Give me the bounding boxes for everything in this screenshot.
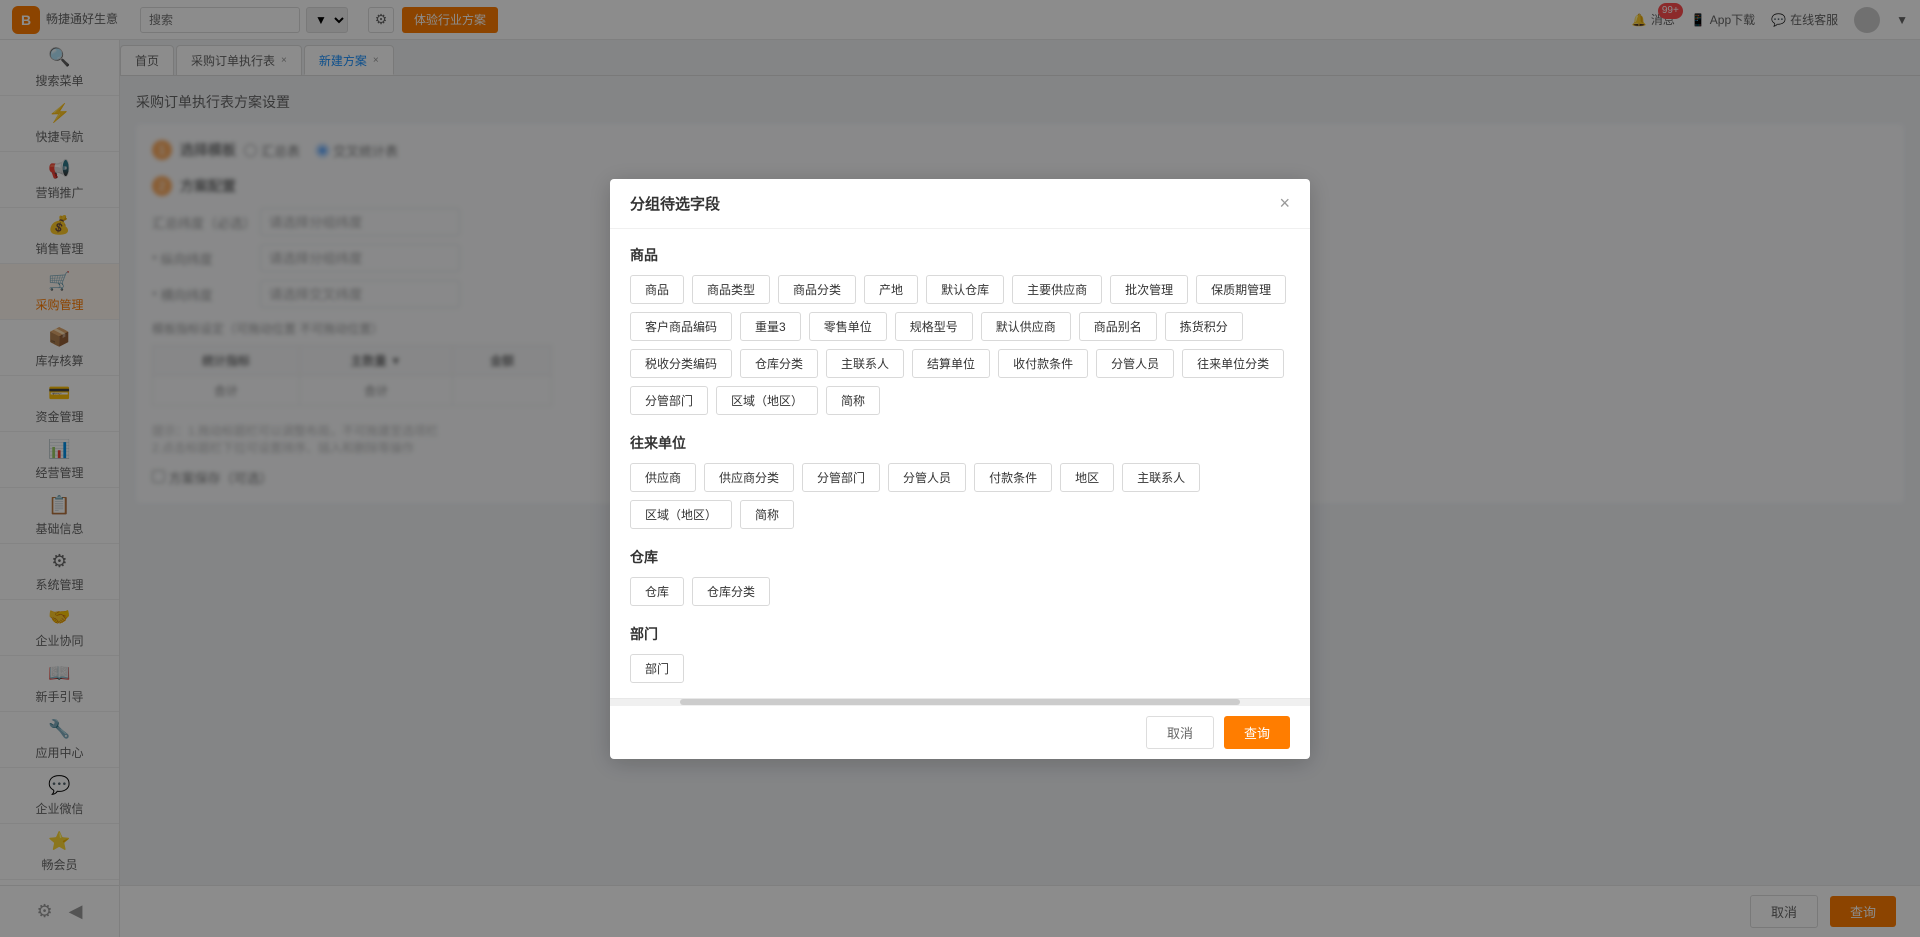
tag-region-goods[interactable]: 区域（地区） <box>716 386 818 415</box>
field-group-goods: 商品 商品 商品类型 商品分类 产地 默认仓库 主要供应商 批次管理 保质期管理… <box>630 245 1290 415</box>
tag-region-partner2[interactable]: 区域（地区） <box>630 500 732 529</box>
tag-goods-category[interactable]: 商品分类 <box>778 275 856 304</box>
tag-expiry-mgmt[interactable]: 保质期管理 <box>1196 275 1286 304</box>
modal-overlay: 分组待选字段 × 商品 商品 商品类型 商品分类 产地 默认仓库 主要供应商 批… <box>0 0 1920 937</box>
field-group-warehouse: 仓库 仓库 仓库分类 <box>630 547 1290 606</box>
tag-weight3[interactable]: 重量3 <box>740 312 801 341</box>
goods-tags: 商品 商品类型 商品分类 产地 默认仓库 主要供应商 批次管理 保质期管理 客户… <box>630 275 1290 415</box>
tag-partner-person[interactable]: 分管人员 <box>888 463 966 492</box>
tag-dept-manager[interactable]: 分管人员 <box>1096 349 1174 378</box>
partner-tags: 供应商 供应商分类 分管部门 分管人员 付款条件 地区 主联系人 区域（地区） … <box>630 463 1290 529</box>
modal-horizontal-scrollbar[interactable] <box>610 698 1310 704</box>
modal-dialog: 分组待选字段 × 商品 商品 商品类型 商品分类 产地 默认仓库 主要供应商 批… <box>610 179 1310 759</box>
tag-supplier[interactable]: 供应商 <box>630 463 696 492</box>
modal-close-button[interactable]: × <box>1279 194 1290 212</box>
tag-warehouse-cat[interactable]: 仓库分类 <box>692 577 770 606</box>
tag-goods-alias[interactable]: 商品别名 <box>1079 312 1157 341</box>
modal-header: 分组待选字段 × <box>610 179 1310 229</box>
modal-footer: 取消 查询 <box>610 705 1310 759</box>
field-group-goods-title: 商品 <box>630 245 1290 265</box>
field-group-partner-title: 往来单位 <box>630 433 1290 453</box>
tag-pick-points[interactable]: 拣货积分 <box>1165 312 1243 341</box>
tag-abbr-goods[interactable]: 简称 <box>826 386 880 415</box>
tag-goods-type[interactable]: 商品类型 <box>692 275 770 304</box>
field-group-partner: 往来单位 供应商 供应商分类 分管部门 分管人员 付款条件 地区 主联系人 区域… <box>630 433 1290 529</box>
tag-payment-condition[interactable]: 付款条件 <box>974 463 1052 492</box>
modal-confirm-button[interactable]: 查询 <box>1224 716 1290 749</box>
modal-body: 商品 商品 商品类型 商品分类 产地 默认仓库 主要供应商 批次管理 保质期管理… <box>610 229 1310 699</box>
tag-partner-category[interactable]: 往来单位分类 <box>1182 349 1284 378</box>
tag-dept-manage[interactable]: 分管部门 <box>630 386 708 415</box>
dept-tags: 部门 <box>630 654 1290 683</box>
tag-default-supplier[interactable]: 默认供应商 <box>981 312 1071 341</box>
tag-main-contact-partner[interactable]: 主联系人 <box>1122 463 1200 492</box>
modal-title: 分组待选字段 <box>630 193 720 214</box>
field-group-dept: 部门 部门 <box>630 624 1290 683</box>
tag-batch-mgmt[interactable]: 批次管理 <box>1110 275 1188 304</box>
tag-spec-model[interactable]: 规格型号 <box>895 312 973 341</box>
tag-origin[interactable]: 产地 <box>864 275 918 304</box>
scrollbar-thumb <box>680 699 1240 704</box>
tag-warehouse-category[interactable]: 仓库分类 <box>740 349 818 378</box>
field-group-dept-title: 部门 <box>630 624 1290 644</box>
tag-tax-code[interactable]: 税收分类编码 <box>630 349 732 378</box>
tag-customer-code[interactable]: 客户商品编码 <box>630 312 732 341</box>
modal-cancel-button[interactable]: 取消 <box>1146 716 1214 749</box>
tag-goods[interactable]: 商品 <box>630 275 684 304</box>
tag-dept[interactable]: 部门 <box>630 654 684 683</box>
tag-supplier-category[interactable]: 供应商分类 <box>704 463 794 492</box>
tag-warehouse[interactable]: 仓库 <box>630 577 684 606</box>
tag-settlement-unit[interactable]: 结算单位 <box>912 349 990 378</box>
field-group-warehouse-title: 仓库 <box>630 547 1290 567</box>
tag-payment-terms[interactable]: 收付款条件 <box>998 349 1088 378</box>
tag-main-supplier[interactable]: 主要供应商 <box>1012 275 1102 304</box>
tag-abbr-partner[interactable]: 简称 <box>740 500 794 529</box>
tag-main-contact[interactable]: 主联系人 <box>826 349 904 378</box>
warehouse-tags: 仓库 仓库分类 <box>630 577 1290 606</box>
tag-partner-dept[interactable]: 分管部门 <box>802 463 880 492</box>
tag-default-warehouse[interactable]: 默认仓库 <box>926 275 1004 304</box>
tag-region-partner[interactable]: 地区 <box>1060 463 1114 492</box>
tag-retail-unit[interactable]: 零售单位 <box>809 312 887 341</box>
